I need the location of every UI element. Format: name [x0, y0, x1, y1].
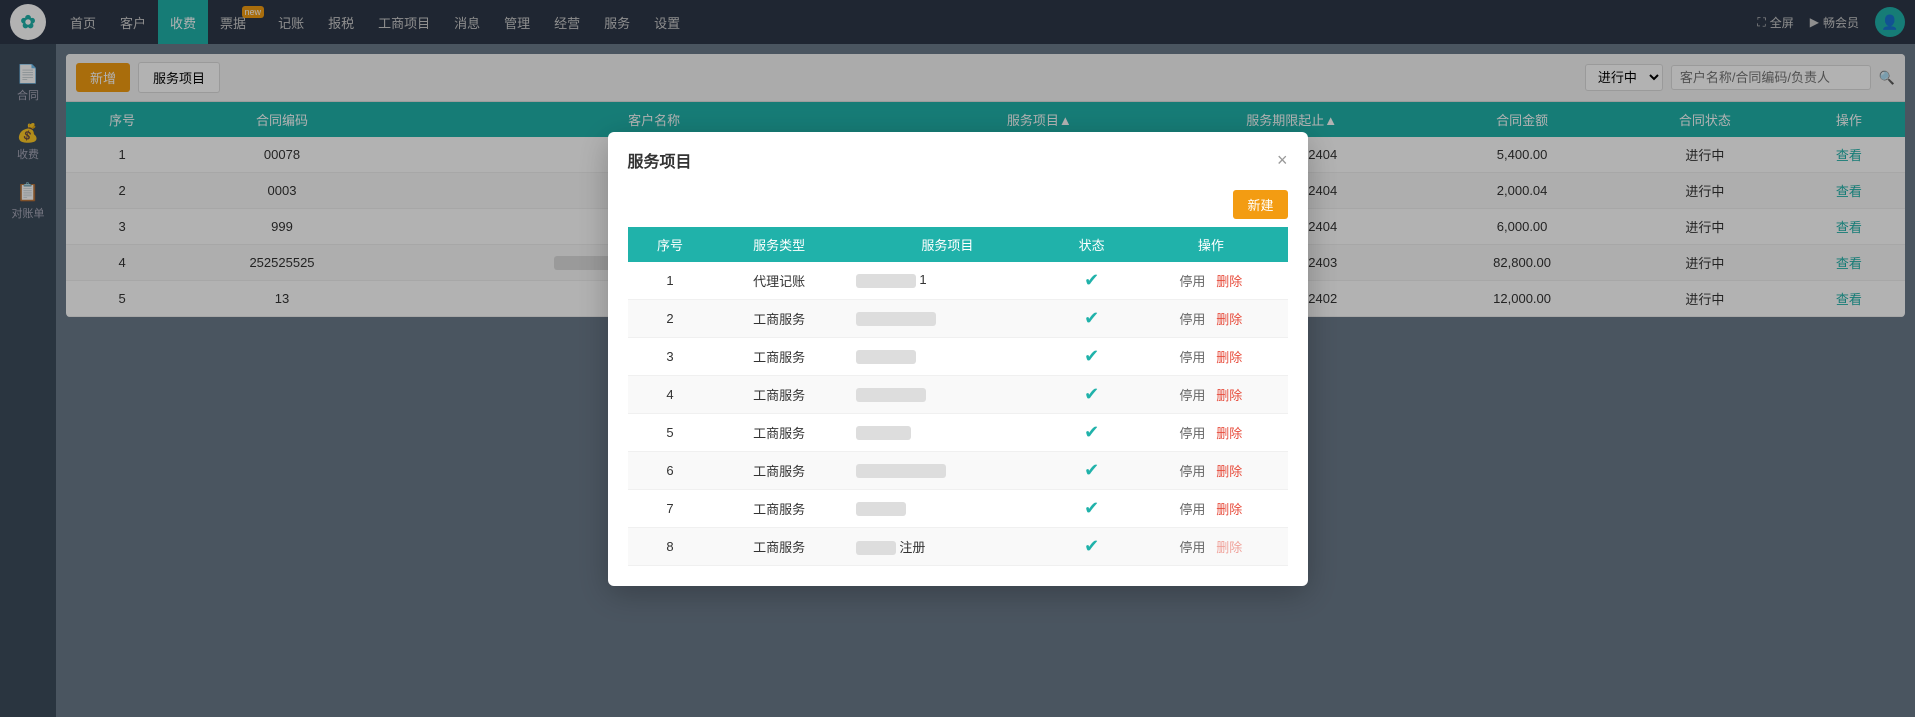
delete-button[interactable]: 删除	[1216, 426, 1242, 441]
modal-overlay: 服务项目 × 新建 序号 服务类型 服务项目 状态 操作	[0, 0, 1915, 717]
modal-col-item: 服务项目	[846, 227, 1049, 262]
modal-cell-type: 工商服务	[713, 489, 846, 527]
modal-cell-item	[846, 337, 1049, 375]
delete-button[interactable]: 删除	[1216, 312, 1242, 327]
status-check-icon: ✔	[1084, 498, 1099, 518]
modal-cell-seq: 6	[628, 451, 713, 489]
delete-button[interactable]: 删除	[1216, 388, 1242, 403]
modal-cell-item: 1	[846, 262, 1049, 300]
modal-cell-item	[846, 451, 1049, 489]
modal-cell-actions: 停用 删除	[1134, 375, 1287, 413]
blurred-item	[856, 502, 906, 516]
modal-cell-actions: 停用 删除	[1134, 489, 1287, 527]
main-content: 新增 服务项目 进行中 已完成 已终止 🔍 序号 合同编码 客户名称 服务项目▲…	[56, 44, 1915, 717]
modal-title: 服务项目	[628, 148, 692, 172]
modal-cell-status: ✔	[1049, 299, 1134, 337]
modal-table-row: 1 代理记账 1 ✔ 停用 删除	[628, 262, 1288, 300]
modal-cell-status: ✔	[1049, 375, 1134, 413]
modal-cell-item	[846, 375, 1049, 413]
modal-table-row: 6 工商服务 ✔ 停用 删除	[628, 451, 1288, 489]
modal-body: 序号 服务类型 服务项目 状态 操作 1 代理记账	[608, 227, 1308, 586]
delete-button[interactable]: 删除	[1216, 502, 1242, 517]
modal-table-row: 8 工商服务 注册 ✔ 停用 删除	[628, 527, 1288, 565]
blurred-item	[856, 312, 936, 326]
modal-col-action: 操作	[1134, 227, 1287, 262]
modal-toolbar: 新建	[608, 182, 1308, 227]
modal-cell-seq: 4	[628, 375, 713, 413]
status-check-icon: ✔	[1084, 346, 1099, 366]
blurred-item	[856, 388, 926, 402]
service-modal: 服务项目 × 新建 序号 服务类型 服务项目 状态 操作	[608, 132, 1308, 586]
status-check-icon: ✔	[1084, 536, 1099, 556]
modal-cell-item: 注册	[846, 527, 1049, 565]
modal-table-row: 7 工商服务 ✔ 停用 删除	[628, 489, 1288, 527]
blurred-item	[856, 274, 916, 288]
disable-button[interactable]: 停用	[1179, 388, 1205, 403]
modal-cell-status: ✔	[1049, 413, 1134, 451]
modal-col-status: 状态	[1049, 227, 1134, 262]
modal-cell-status: ✔	[1049, 451, 1134, 489]
modal-cell-status: ✔	[1049, 489, 1134, 527]
modal-cell-status: ✔	[1049, 527, 1134, 565]
modal-cell-item	[846, 299, 1049, 337]
disable-button[interactable]: 停用	[1179, 464, 1205, 479]
modal-cell-type: 工商服务	[713, 527, 846, 565]
status-check-icon: ✔	[1084, 270, 1099, 290]
modal-cell-actions: 停用 删除	[1134, 262, 1287, 300]
blurred-item	[856, 350, 916, 364]
disable-button[interactable]: 停用	[1179, 274, 1205, 289]
modal-cell-actions: 停用 删除	[1134, 451, 1287, 489]
status-check-icon: ✔	[1084, 422, 1099, 442]
modal-col-type: 服务类型	[713, 227, 846, 262]
modal-cell-seq: 5	[628, 413, 713, 451]
blurred-item	[856, 541, 896, 555]
modal-new-button[interactable]: 新建	[1233, 190, 1287, 219]
modal-cell-actions: 停用 删除	[1134, 337, 1287, 375]
disable-button[interactable]: 停用	[1179, 502, 1205, 517]
disable-button[interactable]: 停用	[1179, 350, 1205, 365]
modal-cell-actions: 停用 删除	[1134, 527, 1287, 565]
modal-cell-seq: 1	[628, 262, 713, 300]
modal-cell-type: 工商服务	[713, 299, 846, 337]
delete-button[interactable]: 删除	[1216, 350, 1242, 365]
status-check-icon: ✔	[1084, 308, 1099, 328]
modal-cell-seq: 8	[628, 527, 713, 565]
modal-cell-type: 工商服务	[713, 337, 846, 375]
status-check-icon: ✔	[1084, 460, 1099, 480]
modal-cell-status: ✔	[1049, 337, 1134, 375]
modal-cell-type: 工商服务	[713, 413, 846, 451]
modal-cell-actions: 停用 删除	[1134, 413, 1287, 451]
disable-button[interactable]: 停用	[1179, 426, 1205, 441]
modal-cell-type: 工商服务	[713, 375, 846, 413]
blurred-item	[856, 426, 911, 440]
service-table: 序号 服务类型 服务项目 状态 操作 1 代理记账	[628, 227, 1288, 566]
item-text: 注册	[899, 540, 925, 555]
close-icon[interactable]: ×	[1277, 151, 1288, 169]
disable-button[interactable]: 停用	[1179, 312, 1205, 327]
blurred-item	[856, 464, 946, 478]
status-check-icon: ✔	[1084, 384, 1099, 404]
item-text: 1	[919, 272, 926, 287]
disable-button[interactable]: 停用	[1179, 540, 1205, 555]
modal-table-row: 5 工商服务 ✔ 停用 删除	[628, 413, 1288, 451]
modal-table-row: 2 工商服务 ✔ 停用 删除	[628, 299, 1288, 337]
modal-table-row: 3 工商服务 ✔ 停用 删除	[628, 337, 1288, 375]
modal-cell-item	[846, 413, 1049, 451]
modal-cell-seq: 7	[628, 489, 713, 527]
modal-cell-item	[846, 489, 1049, 527]
modal-cell-type: 代理记账	[713, 262, 846, 300]
modal-cell-seq: 2	[628, 299, 713, 337]
modal-cell-status: ✔	[1049, 262, 1134, 300]
modal-cell-seq: 3	[628, 337, 713, 375]
delete-button[interactable]: 删除	[1216, 540, 1242, 555]
modal-col-seq: 序号	[628, 227, 713, 262]
modal-cell-actions: 停用 删除	[1134, 299, 1287, 337]
delete-button[interactable]: 删除	[1216, 464, 1242, 479]
modal-table-row: 4 工商服务 ✔ 停用 删除	[628, 375, 1288, 413]
modal-cell-type: 工商服务	[713, 451, 846, 489]
delete-button[interactable]: 删除	[1216, 274, 1242, 289]
modal-header: 服务项目 ×	[608, 132, 1308, 182]
